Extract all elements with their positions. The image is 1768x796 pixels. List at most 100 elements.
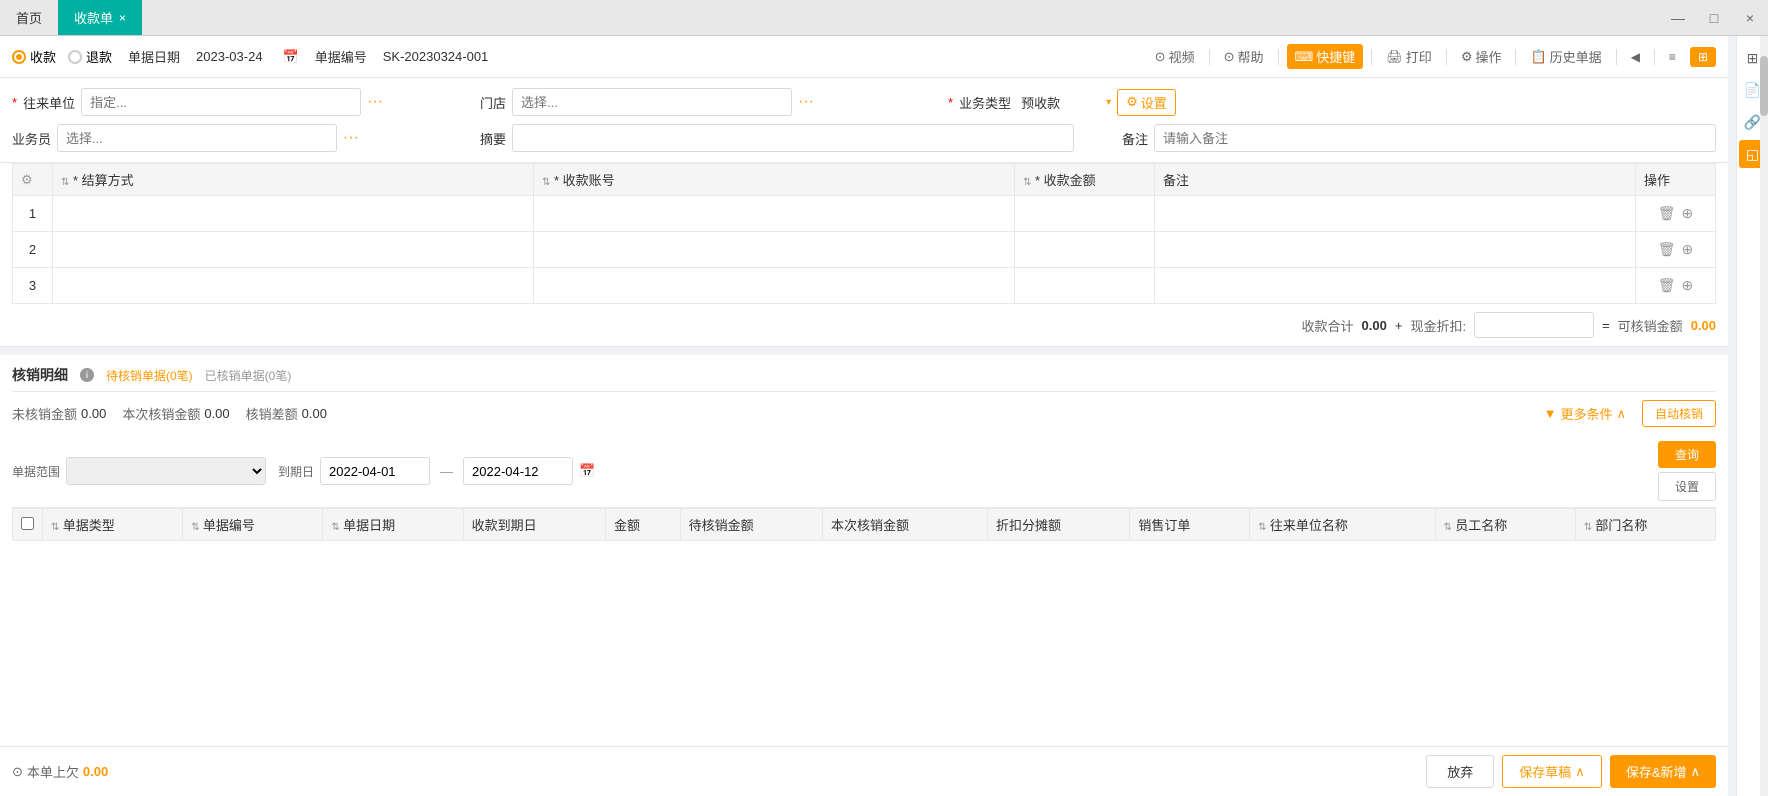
history-btn[interactable]: 📋 历史单据 <box>1524 45 1607 68</box>
grid-btn[interactable]: ⊞ <box>1690 47 1716 67</box>
select-all-checkbox[interactable] <box>21 517 34 530</box>
settings-col-header[interactable]: ⚙ <box>13 164 53 196</box>
account-cell[interactable] <box>534 268 1015 304</box>
scrollbar-thumb[interactable] <box>1760 56 1768 116</box>
amount-cell[interactable] <box>1015 268 1155 304</box>
range-select[interactable] <box>66 457 266 485</box>
amount-cell[interactable] <box>1015 196 1155 232</box>
remark-input[interactable] <box>1155 268 1635 303</box>
receipt-table: ⚙ ⇅ * 结算方式 ⇅ * 收款账号 ⇅ * 收款金额 <box>12 163 1716 304</box>
discount-input[interactable] <box>1474 312 1594 338</box>
writeoff-setting-btn[interactable]: 设置 <box>1658 472 1716 501</box>
query-btn[interactable]: 查询 <box>1658 441 1716 468</box>
help-btn[interactable]: ⊙ 帮助 <box>1218 45 1270 68</box>
remark-cell[interactable] <box>1155 268 1636 304</box>
account-input[interactable] <box>534 232 1014 267</box>
tab-receipt[interactable]: 收款单 × <box>58 0 142 35</box>
date-cal-icon[interactable]: 📅 <box>283 49 299 65</box>
setting-btn[interactable]: ⚙ 设置 <box>1117 89 1176 116</box>
receipt-radio[interactable]: 收款 <box>12 47 56 66</box>
form-row-2: 业务员 ··· 摘要 备注 <box>12 124 1716 152</box>
operation-btn[interactable]: ⚙ 操作 <box>1455 45 1508 68</box>
minimize-btn[interactable]: — <box>1660 0 1696 36</box>
remark-cell[interactable] <box>1155 196 1636 232</box>
refund-radio[interactable]: 退款 <box>68 47 112 66</box>
restore-btn[interactable]: □ <box>1696 0 1732 36</box>
account-input[interactable] <box>534 268 1014 303</box>
print-icon: 🖨 <box>1386 49 1403 65</box>
done-tab[interactable]: 已核销单据(0笔) <box>205 367 292 384</box>
delete-icon[interactable]: 🗑 <box>1658 241 1676 258</box>
summary-input[interactable] <box>512 124 1074 152</box>
amount-input[interactable] <box>1015 232 1154 267</box>
abandon-btn[interactable]: 放弃 <box>1426 755 1494 788</box>
action-cell: 🗑 ⊕ <box>1636 268 1716 304</box>
refund-radio-dot <box>68 50 82 64</box>
number-label: 单据编号 <box>315 47 367 66</box>
due-date-end[interactable] <box>463 457 573 485</box>
store-more-icon[interactable]: ··· <box>798 93 814 111</box>
copy-icon[interactable]: ⊕ <box>1682 277 1694 294</box>
auto-writeoff-btn[interactable]: 自动核销 <box>1642 400 1716 427</box>
counterpart-label: 往来单位 <box>23 93 75 112</box>
remark-input[interactable] <box>1155 196 1635 231</box>
amount-input[interactable] <box>1015 268 1154 303</box>
save-draft-btn[interactable]: 保存草稿 ∧ <box>1502 755 1602 788</box>
cal-icon-start[interactable]: 📅 <box>579 463 595 479</box>
account-col-header: ⇅ * 收款账号 <box>534 164 1015 196</box>
table-settings-icon[interactable]: ⚙ <box>21 172 33 187</box>
more-conditions-btn[interactable]: ▼ 更多条件 ∧ <box>1544 404 1626 423</box>
layout-btn[interactable]: ≡ <box>1663 48 1682 66</box>
save-new-btn[interactable]: 保存&新增 ∧ <box>1610 755 1716 788</box>
store-input[interactable] <box>512 88 792 116</box>
staff-input[interactable] <box>57 124 337 152</box>
settlement-input[interactable] <box>53 196 533 231</box>
delete-icon[interactable]: 🗑 <box>1658 277 1676 294</box>
print-btn[interactable]: 🖨 打印 <box>1380 45 1438 68</box>
counterpart-more-icon[interactable]: ··· <box>367 93 383 111</box>
biz-type-required: * <box>948 95 953 110</box>
settlement-input[interactable] <box>53 232 533 267</box>
amount-input[interactable] <box>1015 196 1154 231</box>
writeoff-table-container: ⇅ 单据类型 ⇅ 单据编号 ⇅ 单据日期 <box>12 508 1716 746</box>
settlement-cell[interactable] <box>53 196 534 232</box>
delete-icon[interactable]: 🗑 <box>1658 205 1676 222</box>
table-row: 3 🗑 ⊕ <box>13 268 1716 304</box>
copy-icon[interactable]: ⊕ <box>1682 205 1694 222</box>
remark-cell[interactable] <box>1155 232 1636 268</box>
copy-icon[interactable]: ⊕ <box>1682 241 1694 258</box>
settlement-cell[interactable] <box>53 268 534 304</box>
video-btn[interactable]: ⊙ 视频 <box>1149 45 1201 68</box>
divider5 <box>1515 49 1516 65</box>
account-input[interactable] <box>534 196 1014 231</box>
amount-cell[interactable] <box>1015 232 1155 268</box>
biz-type-chevron[interactable]: ▾ <box>1106 97 1111 108</box>
settlement-cell[interactable] <box>53 232 534 268</box>
row-check-header[interactable] <box>13 509 43 541</box>
due-date-label: 到期日 <box>278 463 314 480</box>
account-cell[interactable] <box>534 196 1015 232</box>
table-header-row: ⚙ ⇅ * 结算方式 ⇅ * 收款账号 ⇅ * 收款金额 <box>13 164 1716 196</box>
remark-input[interactable] <box>1155 232 1635 267</box>
plus-sign: + <box>1395 318 1403 333</box>
settlement-input[interactable] <box>53 268 533 303</box>
counterpart-input[interactable] <box>81 88 361 116</box>
unverified-stat: 未核销金额 0.00 <box>12 404 106 423</box>
shortcut-btn[interactable]: ⌨ 快捷键 <box>1287 44 1364 69</box>
writeoff-header: 核销明细 i 待核销单据(0笔) 已核销单据(0笔) <box>12 355 1716 392</box>
prev-btn[interactable]: ◀ <box>1625 48 1646 66</box>
due-date-start[interactable] <box>320 457 430 485</box>
writeoff-section: 核销明细 i 待核销单据(0笔) 已核销单据(0笔) 未核销金额 0.00 本次… <box>0 355 1728 746</box>
tab-close-icon[interactable]: × <box>119 11 126 25</box>
pending-tab[interactable]: 待核销单据(0笔) <box>106 367 193 384</box>
remark-input[interactable] <box>1154 124 1716 152</box>
writeoff-info-icon[interactable]: i <box>80 368 94 382</box>
close-btn[interactable]: × <box>1732 0 1768 36</box>
divider1 <box>1209 49 1210 65</box>
writeoff-filter-row: 单据范围 到期日 — 📅 查询 设置 <box>12 435 1716 508</box>
account-cell[interactable] <box>534 232 1015 268</box>
table-row: 1 🗑 ⊕ <box>13 196 1716 232</box>
staff-more-icon[interactable]: ··· <box>343 129 359 147</box>
writeoff-table: ⇅ 单据类型 ⇅ 单据编号 ⇅ 单据日期 <box>12 508 1716 541</box>
tab-home[interactable]: 首页 <box>0 0 58 35</box>
